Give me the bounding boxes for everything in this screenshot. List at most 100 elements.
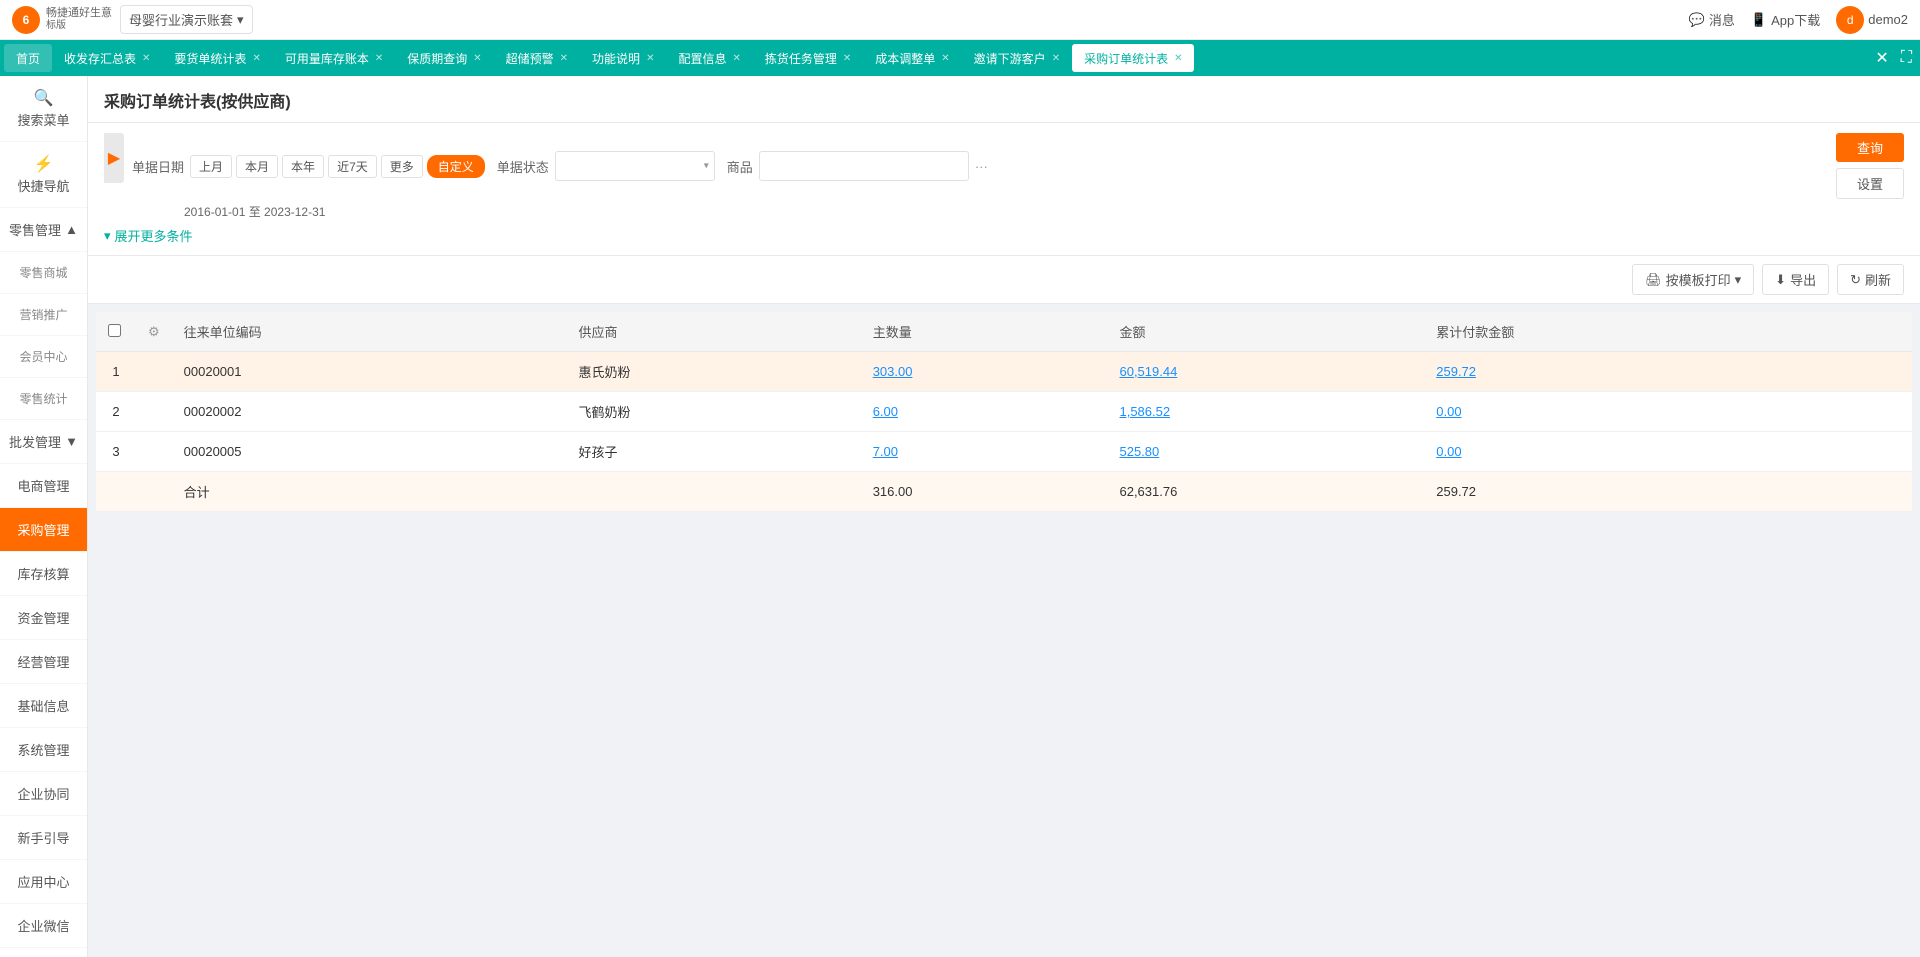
export-button[interactable]: ⬇ 导出 [1762, 264, 1829, 295]
row-qty: 6.00 [861, 392, 1108, 432]
tab-shoufacun[interactable]: 收发存汇总表 ✕ [52, 44, 162, 72]
sidebar-item-retail-stats[interactable]: 零售统计 [0, 378, 87, 420]
tab-gongneng[interactable]: 功能说明 ✕ [580, 44, 666, 72]
status-select-wrapper: ▾ [555, 151, 715, 181]
app-download-button[interactable]: 📱 App下载 [1751, 10, 1820, 29]
row-extra [1819, 432, 1912, 472]
tab-peizhi[interactable]: 配置信息 ✕ [666, 44, 752, 72]
close-icon[interactable]: ✕ [646, 53, 654, 64]
tab-chaochu[interactable]: 超储预警 ✕ [494, 44, 580, 72]
date-btn-this-month[interactable]: 本月 [236, 155, 278, 178]
goods-input[interactable] [759, 151, 969, 181]
gear-icon[interactable]: ⚙ [148, 324, 160, 339]
sidebar-item-finance[interactable]: 资金管理 [0, 596, 87, 640]
date-btn-last-month[interactable]: 上月 [190, 155, 232, 178]
close-icon[interactable]: ✕ [843, 53, 851, 64]
tab-yaohuo[interactable]: 要货单统计表 ✕ [162, 44, 272, 72]
row-amount: 525.80 [1107, 432, 1424, 472]
expand-more-button[interactable]: ▾ 展开更多条件 [104, 226, 1904, 245]
select-all-checkbox[interactable] [108, 324, 121, 337]
top-bar-left: 6 畅捷通好生意 标版 母婴行业演示账套 ▾ [12, 5, 253, 34]
sidebar-item-marketing[interactable]: 营销推广 [0, 294, 87, 336]
sidebar-item-operation[interactable]: 经营管理 [0, 640, 87, 684]
col-extra [1819, 312, 1912, 352]
row-extra [1819, 392, 1912, 432]
sidebar-item-inventory[interactable]: 库存核算 [0, 552, 87, 596]
tab-baozhi[interactable]: 保质期查询 ✕ [395, 44, 493, 72]
sidebar-item-retail-mall[interactable]: 零售商城 [0, 252, 87, 294]
sidebar-item-guide[interactable]: 新手引导 [0, 816, 87, 860]
chevron-down-icon: ▼ [65, 434, 78, 449]
template-print-button[interactable]: 🖨 按模板打印 ▾ [1632, 264, 1754, 295]
goods-label: 商品 [727, 157, 753, 176]
sidebar-item-retail-mgmt[interactable]: 零售管理 ▲ [0, 208, 87, 252]
tab-caigou-active[interactable]: 采购订单统计表 ✕ [1072, 44, 1194, 72]
query-button[interactable]: 查询 [1836, 133, 1904, 162]
date-btn-custom[interactable]: 自定义 [427, 155, 485, 178]
expand-filter-button[interactable]: ▶ [104, 133, 124, 183]
footer-extra [1819, 472, 1912, 512]
table-row: 3 00020005 好孩子 7.00 525.80 0.00 [96, 432, 1912, 472]
row-check [136, 352, 172, 392]
close-icon[interactable]: ✕ [473, 53, 481, 64]
page-header: 采购订单统计表(按供应商) [88, 76, 1920, 123]
close-window-button[interactable]: ✕ [1871, 46, 1892, 70]
sidebar-item-purchase[interactable]: 采购管理 [0, 508, 87, 552]
close-icon[interactable]: ✕ [252, 53, 260, 64]
tab-home[interactable]: 首页 [4, 44, 52, 72]
sidebar-item-member-pro[interactable]: 畅会员 [0, 948, 87, 957]
close-icon[interactable]: ✕ [142, 53, 150, 64]
tab-keyongliang[interactable]: 可用量库存账本 ✕ [273, 44, 395, 72]
chevron-down-icon: ▾ [1735, 272, 1742, 288]
date-btn-more[interactable]: 更多 [381, 155, 423, 178]
page-title: 采购订单统计表(按供应商) [104, 88, 1904, 112]
refresh-button[interactable]: ↻ 刷新 [1837, 264, 1904, 295]
row-check [136, 432, 172, 472]
settings-button[interactable]: 设置 [1836, 168, 1904, 199]
status-select[interactable] [555, 151, 715, 181]
close-icon[interactable]: ✕ [941, 53, 949, 64]
close-icon[interactable]: ✕ [732, 53, 740, 64]
tab-jianhuo[interactable]: 拣货任务管理 ✕ [753, 44, 863, 72]
sidebar-item-quick-nav[interactable]: ⚡ 快捷导航 [0, 142, 87, 208]
sidebar-item-member[interactable]: 会员中心 [0, 336, 87, 378]
chevron-down-icon: ▾ [104, 228, 111, 244]
row-amount: 1,586.52 [1107, 392, 1424, 432]
logo-area[interactable]: 6 畅捷通好生意 标版 [12, 6, 112, 34]
logo-icon: 6 [12, 6, 40, 34]
row-code: 00020001 [172, 352, 567, 392]
workspace-selector[interactable]: 母婴行业演示账套 ▾ [120, 5, 253, 34]
row-paid: 259.72 [1424, 352, 1819, 392]
date-btn-7days[interactable]: 近7天 [328, 155, 377, 178]
close-icon[interactable]: ✕ [560, 53, 568, 64]
footer-paid: 259.72 [1424, 472, 1819, 512]
sidebar-item-wechat[interactable]: 企业微信 [0, 904, 87, 948]
tab-chengben[interactable]: 成本调整单 ✕ [863, 44, 961, 72]
export-icon: ⬇ [1775, 272, 1786, 288]
user-area[interactable]: d demo2 [1836, 6, 1908, 34]
row-extra [1819, 352, 1912, 392]
close-icon[interactable]: ✕ [1052, 53, 1060, 64]
maximize-button[interactable]: ⛶ [1897, 47, 1916, 69]
footer-qty: 316.00 [861, 472, 1108, 512]
sidebar-item-ecommerce[interactable]: 电商管理 [0, 464, 87, 508]
sidebar-item-wholesale[interactable]: 批发管理 ▼ [0, 420, 87, 464]
sidebar-item-basic-info[interactable]: 基础信息 [0, 684, 87, 728]
footer-empty [96, 472, 172, 512]
row-check [136, 392, 172, 432]
row-no: 2 [96, 392, 136, 432]
sidebar-item-system[interactable]: 系统管理 [0, 728, 87, 772]
row-no: 1 [96, 352, 136, 392]
sidebar-item-app-center[interactable]: 应用中心 [0, 860, 87, 904]
close-icon[interactable]: ✕ [1174, 53, 1182, 64]
sidebar-item-search[interactable]: 🔍 搜索菜单 [0, 76, 87, 142]
date-btn-this-year[interactable]: 本年 [282, 155, 324, 178]
tab-yaoqing[interactable]: 邀请下游客户 ✕ [962, 44, 1072, 72]
row-supplier: 飞鹤奶粉 [566, 392, 860, 432]
col-gear: ⚙ [136, 312, 172, 352]
close-icon[interactable]: ✕ [375, 53, 383, 64]
sidebar-item-enterprise[interactable]: 企业协同 [0, 772, 87, 816]
goods-more-icon[interactable]: ··· [975, 159, 988, 174]
message-button[interactable]: 💬 消息 [1689, 10, 1735, 29]
quick-nav-icon: ⚡ [34, 154, 54, 174]
